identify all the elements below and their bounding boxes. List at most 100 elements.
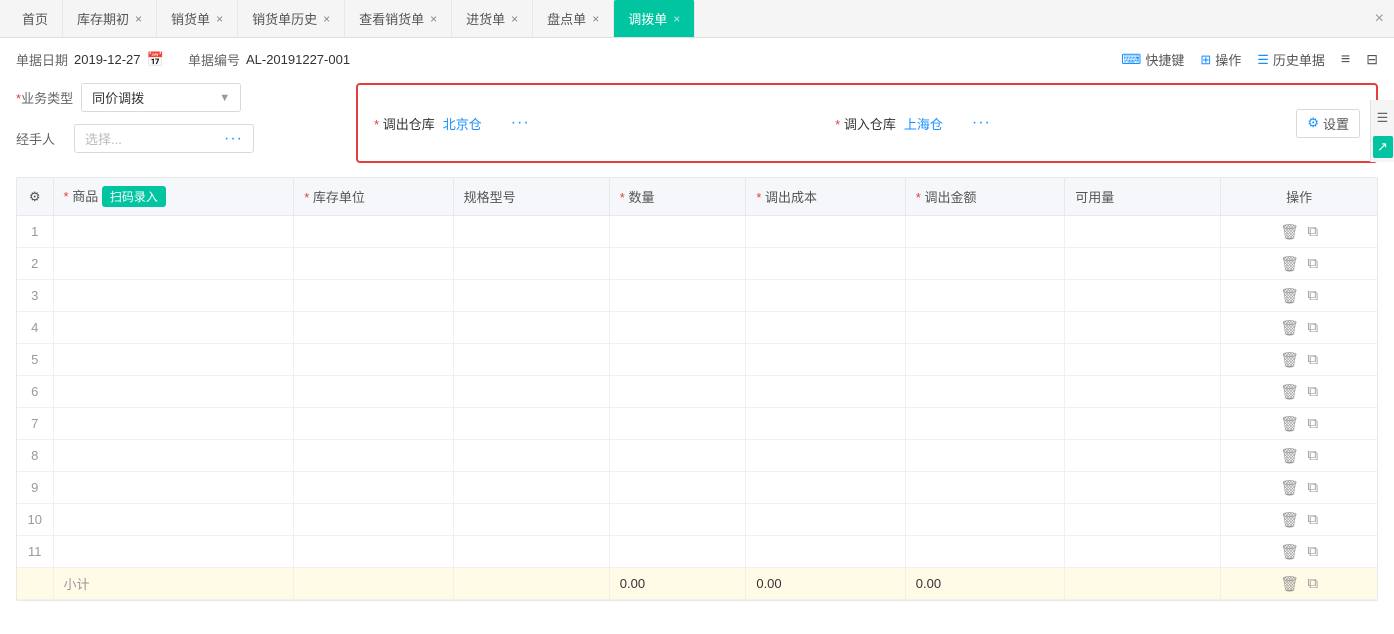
cell-product[interactable] <box>53 312 294 344</box>
copy-icon[interactable]: ⧉ <box>1307 383 1318 400</box>
copy-icon[interactable]: ⧉ <box>1307 447 1318 464</box>
cell-amount[interactable] <box>905 440 1064 472</box>
cell-qty[interactable] <box>609 376 746 408</box>
business-type-select[interactable]: 同价调拨 ▼ <box>81 83 241 112</box>
subtotal-delete-icon[interactable]: 🗑 <box>1280 575 1299 593</box>
panel-list-icon[interactable]: ☰ <box>1373 104 1393 132</box>
copy-icon[interactable]: ⧉ <box>1307 511 1318 528</box>
subtotal-copy-icon[interactable]: ⧉ <box>1307 575 1318 592</box>
delete-icon[interactable]: 🗑 <box>1280 479 1299 497</box>
delete-icon[interactable]: 🗑 <box>1280 383 1299 401</box>
tab-view-sales[interactable]: 查看销货单 × <box>345 0 452 37</box>
cell-product[interactable] <box>53 504 294 536</box>
warehouse-out-more-icon[interactable]: ··· <box>511 114 530 132</box>
copy-icon[interactable]: ⧉ <box>1307 351 1318 368</box>
copy-icon[interactable]: ⧉ <box>1307 255 1318 272</box>
cell-product[interactable] <box>53 536 294 568</box>
cell-cost[interactable] <box>746 408 905 440</box>
cell-qty[interactable] <box>609 248 746 280</box>
tab-sales-order[interactable]: 销货单 × <box>157 0 238 37</box>
copy-icon[interactable]: ⧉ <box>1307 223 1318 240</box>
cell-product[interactable] <box>53 472 294 504</box>
cell-qty[interactable] <box>609 280 746 312</box>
cell-product[interactable] <box>53 248 294 280</box>
calendar-icon[interactable]: 📅 <box>147 51 164 68</box>
cell-amount[interactable] <box>905 472 1064 504</box>
cell-cost[interactable] <box>746 344 905 376</box>
tab-purchase-order[interactable]: 进货单 × <box>452 0 533 37</box>
handler-select[interactable]: 选择... ··· <box>74 124 254 153</box>
cell-cost[interactable] <box>746 280 905 312</box>
tab-inventory-count[interactable]: 盘点单 × <box>533 0 614 37</box>
tab-inventory-count-close[interactable]: × <box>592 12 599 26</box>
cell-qty[interactable] <box>609 344 746 376</box>
delete-icon[interactable]: 🗑 <box>1280 511 1299 529</box>
list-view-button[interactable]: ≡ <box>1341 51 1350 69</box>
cell-amount[interactable] <box>905 376 1064 408</box>
tab-transfer-order[interactable]: 调拨单 × <box>614 0 695 37</box>
cell-qty[interactable] <box>609 312 746 344</box>
delete-icon[interactable]: 🗑 <box>1280 543 1299 561</box>
copy-icon[interactable]: ⧉ <box>1307 543 1318 560</box>
shortcut-button[interactable]: ⌨ 快捷键 <box>1121 50 1184 69</box>
panel-expand-icon[interactable]: ↗ <box>1373 136 1393 158</box>
cell-product[interactable] <box>53 344 294 376</box>
cell-cost[interactable] <box>746 440 905 472</box>
cell-product[interactable] <box>53 376 294 408</box>
cell-qty[interactable] <box>609 440 746 472</box>
delete-icon[interactable]: 🗑 <box>1280 287 1299 305</box>
history-button[interactable]: ☰ 历史单据 <box>1257 50 1325 69</box>
tab-sales-history[interactable]: 销货单历史 × <box>238 0 345 37</box>
delete-icon[interactable]: 🗑 <box>1280 415 1299 433</box>
tab-inventory-init[interactable]: 库存期初 × <box>63 0 157 37</box>
cell-amount[interactable] <box>905 216 1064 248</box>
cell-qty[interactable] <box>609 408 746 440</box>
operation-button[interactable]: ⊞ 操作 <box>1200 50 1241 69</box>
cell-cost[interactable] <box>746 216 905 248</box>
cell-cost[interactable] <box>746 536 905 568</box>
cell-product[interactable] <box>53 408 294 440</box>
delete-icon[interactable]: 🗑 <box>1280 319 1299 337</box>
cell-cost[interactable] <box>746 312 905 344</box>
window-close-icon[interactable]: × <box>1375 10 1384 28</box>
tab-view-sales-close[interactable]: × <box>430 12 437 26</box>
settings-button[interactable]: ⚙ 设置 <box>1296 109 1360 138</box>
cell-amount[interactable] <box>905 536 1064 568</box>
cell-cost[interactable] <box>746 376 905 408</box>
cell-qty[interactable] <box>609 536 746 568</box>
cell-amount[interactable] <box>905 280 1064 312</box>
scan-button[interactable]: 扫码录入 <box>102 186 166 207</box>
delete-icon[interactable]: 🗑 <box>1280 351 1299 369</box>
cell-qty[interactable] <box>609 504 746 536</box>
delete-icon[interactable]: 🗑 <box>1280 447 1299 465</box>
warehouse-in-more-icon[interactable]: ··· <box>972 114 991 132</box>
cell-product[interactable] <box>53 440 294 472</box>
copy-icon[interactable]: ⧉ <box>1307 479 1318 496</box>
copy-icon[interactable]: ⧉ <box>1307 319 1318 336</box>
cell-amount[interactable] <box>905 504 1064 536</box>
copy-icon[interactable]: ⧉ <box>1307 415 1318 432</box>
tab-sales-history-close[interactable]: × <box>323 12 330 26</box>
cell-qty[interactable] <box>609 216 746 248</box>
cell-cost[interactable] <box>746 472 905 504</box>
col-settings[interactable]: ⚙ <box>17 178 53 216</box>
handler-more-icon[interactable]: ··· <box>224 130 243 148</box>
cell-product[interactable] <box>53 216 294 248</box>
tab-transfer-order-close[interactable]: × <box>673 12 680 26</box>
cell-amount[interactable] <box>905 312 1064 344</box>
card-view-button[interactable]: ⊟ <box>1366 51 1378 68</box>
cell-qty[interactable] <box>609 472 746 504</box>
warehouse-in-value[interactable]: 上海仓 <box>904 114 964 133</box>
cell-amount[interactable] <box>905 248 1064 280</box>
cell-product[interactable] <box>53 280 294 312</box>
tab-inventory-init-close[interactable]: × <box>135 12 142 26</box>
copy-icon[interactable]: ⧉ <box>1307 287 1318 304</box>
cell-cost[interactable] <box>746 248 905 280</box>
date-value[interactable]: 2019-12-27 <box>74 52 141 67</box>
cell-amount[interactable] <box>905 344 1064 376</box>
tab-home[interactable]: 首页 <box>8 0 63 37</box>
delete-icon[interactable]: 🗑 <box>1280 255 1299 273</box>
tab-sales-order-close[interactable]: × <box>216 12 223 26</box>
cell-amount[interactable] <box>905 408 1064 440</box>
cell-cost[interactable] <box>746 504 905 536</box>
